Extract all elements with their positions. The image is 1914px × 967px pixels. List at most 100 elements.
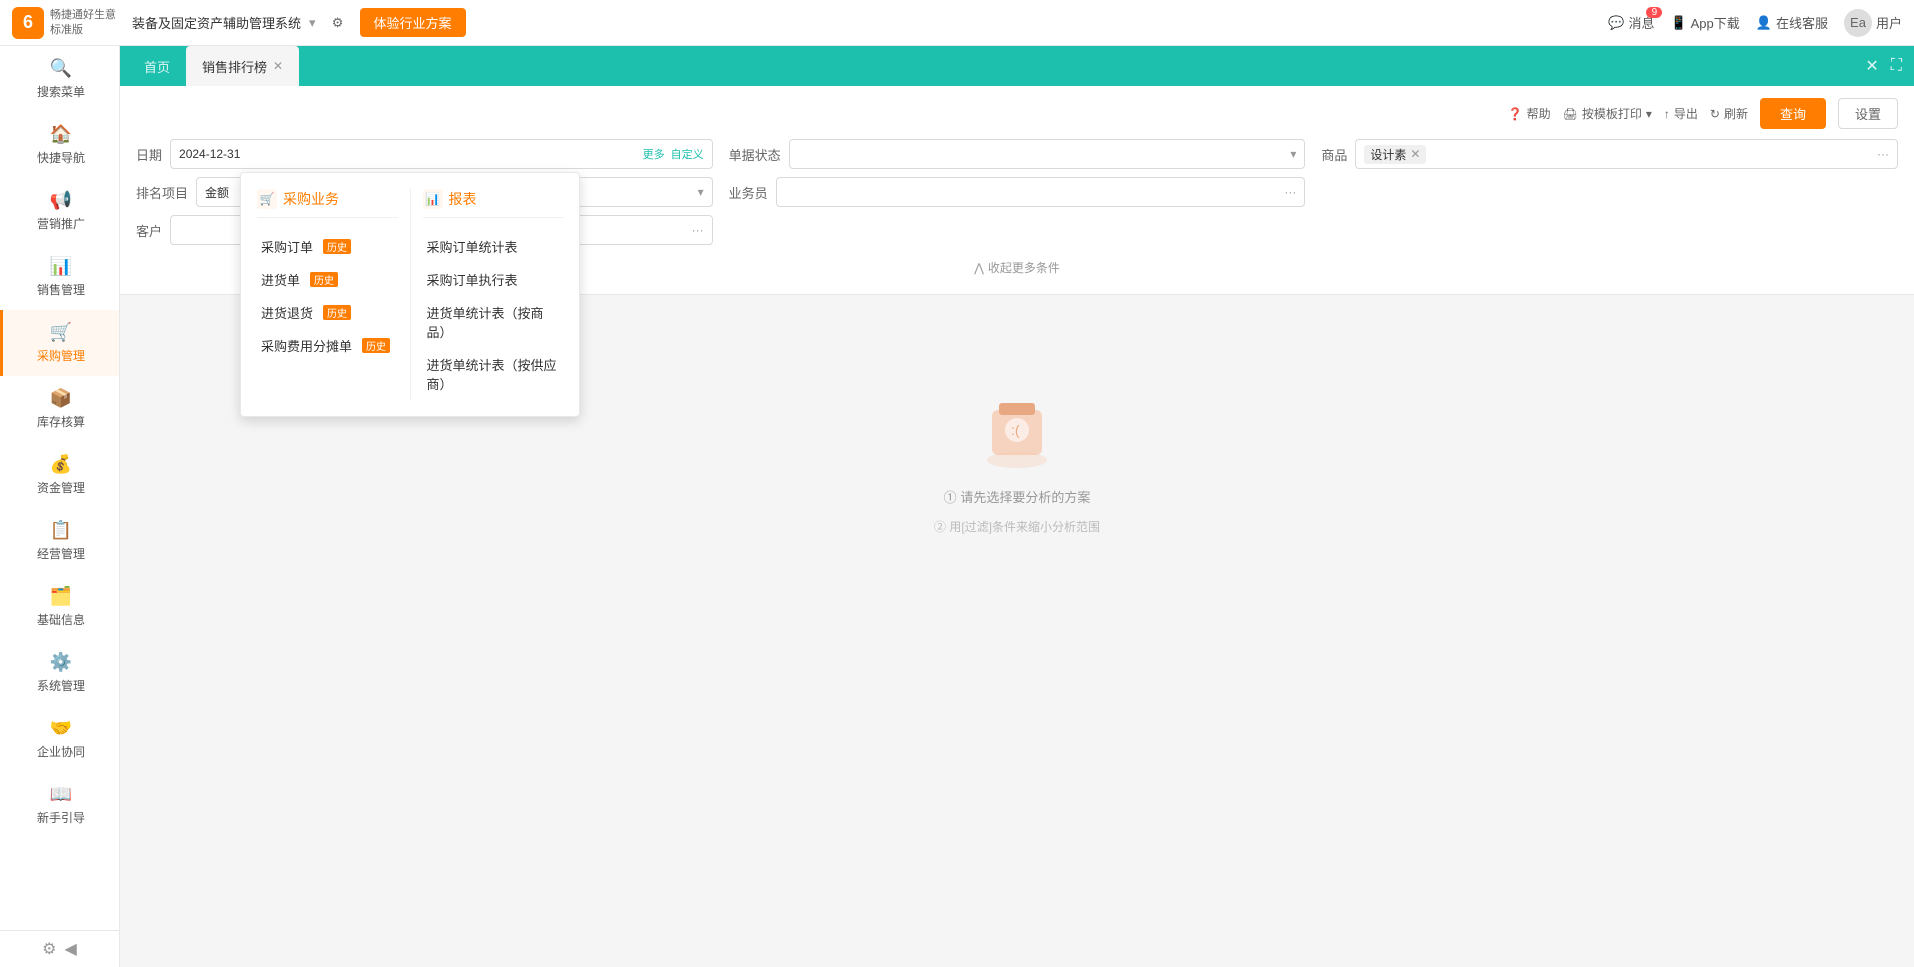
footer-collapse-btn[interactable]: ◀ xyxy=(65,939,77,959)
refresh-btn[interactable]: ↻ 刷新 xyxy=(1710,105,1748,122)
sidebar-item-cooperation[interactable]: 🤝 企业协同 xyxy=(0,706,119,772)
user-menu-btn[interactable]: Ea 用户 xyxy=(1844,9,1902,37)
search-icon: 🔍 xyxy=(50,58,72,79)
sidebar-item-finance[interactable]: 💰 资金管理 xyxy=(0,442,119,508)
history-badge-1: 历史 xyxy=(310,272,338,287)
print-btn[interactable]: 🖨 按模板打印 ▾ xyxy=(1563,105,1652,122)
customer-label: 客户 xyxy=(136,221,162,240)
status-label: 单据状态 xyxy=(729,145,781,164)
goods-label: 商品 xyxy=(1321,145,1347,164)
customer-dots: ··· xyxy=(692,223,704,237)
purchase-order-stats-item[interactable]: 采购订单统计表 xyxy=(423,230,564,263)
status-input[interactable]: ▾ xyxy=(789,139,1306,169)
top-right: 💬 消息 9 📱 App下载 👤 在线客服 Ea 用户 xyxy=(1608,9,1902,37)
sidebar-item-sales[interactable]: 📊 销售管理 xyxy=(0,244,119,310)
goods-tag-close[interactable]: ✕ xyxy=(1410,147,1420,161)
purchase-section-title: 🛒 采购业务 xyxy=(257,189,398,218)
goods-filter: 商品 设计素 ✕ ··· xyxy=(1321,139,1898,169)
export-btn[interactable]: ↑ 导出 xyxy=(1664,105,1698,122)
footer-settings-btn[interactable]: ⚙ xyxy=(42,939,56,959)
sidebar-item-guide[interactable]: 📖 新手引导 xyxy=(0,772,119,838)
filter-row-1: 日期 2024-12-31 更多 自定义 单据状态 xyxy=(136,139,1898,169)
logo-text: 畅捷通好生意 标准版 xyxy=(50,8,116,37)
query-button[interactable]: 查询 xyxy=(1760,98,1826,129)
tab-home[interactable]: 首页 xyxy=(128,46,186,86)
tab-expand-btn[interactable]: ⛶ xyxy=(1887,57,1906,75)
content-area: 首页 销售排行榜 ✕ ✕ ⛶ ❓ 帮助 xyxy=(120,46,1914,967)
page-content: ❓ 帮助 🖨 按模板打印 ▾ ↑ 导出 ↻ 刷新 xyxy=(120,86,1914,967)
inventory-icon: 📦 xyxy=(50,388,72,409)
goods-tag: 设计素 ✕ xyxy=(1364,145,1426,164)
tab-close-window-btn[interactable]: ✕ xyxy=(1861,56,1882,76)
inbound-stats-supplier-item[interactable]: 进货单统计表（按供应商） xyxy=(423,348,564,400)
marketing-icon: 📢 xyxy=(50,190,72,211)
purchase-dropdown-menu: 🛒 采购业务 采购订单 历史 进货单 历史 进货退货 xyxy=(240,172,580,417)
date-input[interactable]: 2024-12-31 更多 自定义 xyxy=(170,139,713,169)
sidebar-item-basic-info[interactable]: 🗂️ 基础信息 xyxy=(0,574,119,640)
sidebar-footer: ⚙ ◀ xyxy=(0,930,119,967)
messages-badge: 9 xyxy=(1646,7,1662,18)
sidebar-item-marketing[interactable]: 📢 营销推广 xyxy=(0,178,119,244)
sales-icon: 📊 xyxy=(50,256,72,277)
purchase-order-exec-item[interactable]: 采购订单执行表 xyxy=(423,263,564,296)
dropdown-col-report: 📊 报表 采购订单统计表 采购订单执行表 进货单统计表（按商品） xyxy=(423,189,564,400)
sidebar-item-purchase[interactable]: 🛒 采购管理 xyxy=(0,310,119,376)
system-dropdown-arrow[interactable]: ▾ xyxy=(309,15,316,31)
online-service-btn[interactable]: 👤 在线客服 xyxy=(1756,13,1828,32)
help-btn[interactable]: ❓ 帮助 xyxy=(1508,105,1551,122)
goods-input[interactable]: 设计素 ✕ ··· xyxy=(1355,139,1898,169)
purchase-expense-item[interactable]: 采购费用分摊单 历史 xyxy=(257,329,398,362)
operations-icon: 📋 xyxy=(50,520,72,541)
rank-label: 排名项目 xyxy=(136,183,188,202)
sidebar-item-system[interactable]: ⚙️ 系统管理 xyxy=(0,640,119,706)
tab-sales-rank[interactable]: 销售排行榜 ✕ xyxy=(186,46,299,86)
inbound-stats-goods-item[interactable]: 进货单统计表（按商品） xyxy=(423,296,564,348)
refresh-icon: ↻ xyxy=(1710,107,1720,121)
sidebar-item-operations[interactable]: 📋 经营管理 xyxy=(0,508,119,574)
date-label: 日期 xyxy=(136,145,162,164)
tab-close-icon[interactable]: ✕ xyxy=(273,59,283,73)
inbound-order-item[interactable]: 进货单 历史 xyxy=(257,263,398,296)
col-divider xyxy=(410,189,411,400)
trial-button[interactable]: 体验行业方案 xyxy=(360,8,466,37)
history-badge-2: 历史 xyxy=(323,305,351,320)
date-filter: 日期 2024-12-31 更多 自定义 xyxy=(136,139,713,169)
date-more-link[interactable]: 更多 xyxy=(643,146,665,162)
app-download-btn[interactable]: 📱 App下载 xyxy=(1670,13,1739,32)
settings-icon-btn[interactable]: ⚙ xyxy=(324,9,352,37)
filter-toolbar: ❓ 帮助 🖨 按模板打印 ▾ ↑ 导出 ↻ 刷新 xyxy=(136,98,1898,129)
print-dropdown-icon: ▾ xyxy=(1646,107,1652,121)
tab-actions: ✕ ⛶ xyxy=(1861,56,1906,76)
staff-dots: ··· xyxy=(1284,185,1296,199)
message-icon: 💬 xyxy=(1608,15,1624,31)
sidebar: 🔍 搜索菜单 🏠 快捷导航 📢 营销推广 📊 销售管理 🛒 采购管理 📦 库存核… xyxy=(0,46,120,967)
return-goods-item[interactable]: 进货退货 历史 xyxy=(257,296,398,329)
purchase-order-item[interactable]: 采购订单 历史 xyxy=(257,230,398,263)
status-dots: ▾ xyxy=(1290,147,1296,161)
top-bar: 6 畅捷通好生意 标准版 装备及固定资产辅助管理系统 ▾ ⚙ 体验行业方案 💬 … xyxy=(0,0,1914,46)
dropdown-col-purchase: 🛒 采购业务 采购订单 历史 进货单 历史 进货退货 xyxy=(257,189,398,400)
purchase-icon: 🛒 xyxy=(50,322,72,343)
logo-icon: 6 xyxy=(12,7,44,39)
empty-hint2: ② 用[过滤]条件来缩小分析范围 xyxy=(934,518,1100,535)
tab-bar: 首页 销售排行榜 ✕ ✕ ⛶ xyxy=(120,46,1914,86)
settings-button[interactable]: 设置 xyxy=(1838,98,1898,129)
export-icon: ↑ xyxy=(1664,107,1670,121)
sidebar-item-quick-nav[interactable]: 🏠 快捷导航 xyxy=(0,112,119,178)
top-center: 装备及固定资产辅助管理系统 ▾ ⚙ 体验行业方案 xyxy=(132,8,1608,37)
rank-dropdown-icon: ▾ xyxy=(698,185,704,199)
date-custom-link[interactable]: 自定义 xyxy=(671,146,704,162)
dropdown-cols: 🛒 采购业务 采购订单 历史 进货单 历史 进货退货 xyxy=(257,189,563,400)
staff-input[interactable]: ··· xyxy=(776,177,1306,207)
goods-dots: ··· xyxy=(1877,147,1889,161)
purchase-section-icon: 🛒 xyxy=(257,189,277,209)
cooperation-icon: 🤝 xyxy=(50,718,72,739)
messages-btn[interactable]: 💬 消息 9 xyxy=(1608,13,1654,32)
sidebar-item-inventory[interactable]: 📦 库存核算 xyxy=(0,376,119,442)
system-icon: ⚙️ xyxy=(50,652,72,673)
main-layout: 🔍 搜索菜单 🏠 快捷导航 📢 营销推广 📊 销售管理 🛒 采购管理 📦 库存核… xyxy=(0,46,1914,967)
basic-info-icon: 🗂️ xyxy=(50,586,72,607)
sidebar-item-search[interactable]: 🔍 搜索菜单 xyxy=(0,46,119,112)
history-badge-3: 历史 xyxy=(362,338,390,353)
mobile-icon: 📱 xyxy=(1670,15,1686,31)
